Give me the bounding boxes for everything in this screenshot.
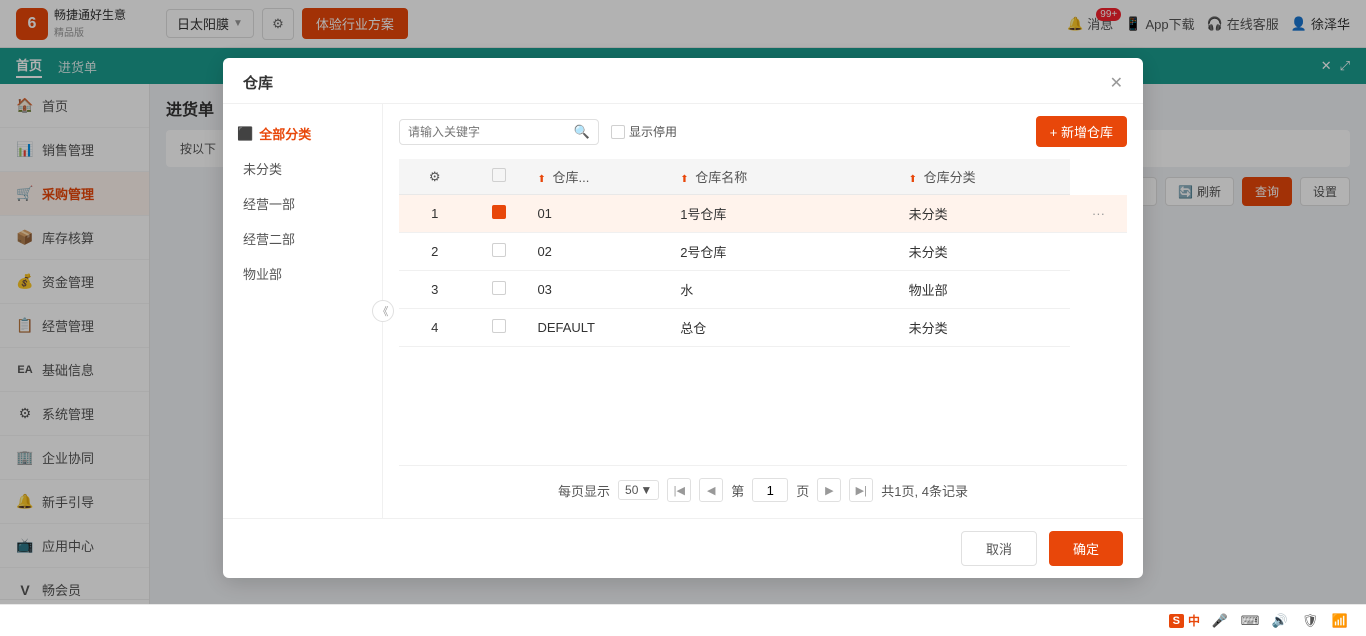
pagination: 每页显示 50 ▼ |◀ ◀ 第 页 ▶ ▶| 共1页, 4条记录 bbox=[399, 465, 1127, 506]
warehouse-table: ⚙ ⬆ 仓库... ⬆ 仓库名称 bbox=[399, 159, 1127, 347]
row-code: 01 bbox=[527, 195, 670, 233]
sort-icon: ⬆ bbox=[537, 174, 545, 185]
row-checkbox[interactable] bbox=[492, 243, 506, 257]
grid-icon: ⬛ bbox=[237, 126, 253, 142]
row-num: 4 bbox=[399, 309, 470, 347]
table-row[interactable]: 4 DEFAULT 总仓 未分类 bbox=[399, 309, 1127, 347]
page-size-label: 每页显示 bbox=[558, 481, 610, 500]
modal-all-categories[interactable]: ⬛ 全部分类 bbox=[223, 116, 382, 151]
row-checkbox[interactable] bbox=[492, 205, 506, 219]
table-body: 1 01 1号仓库 未分类 ··· 2 bbox=[399, 195, 1127, 347]
modal-cat-ops2[interactable]: 经营二部 bbox=[223, 221, 382, 256]
modal-main-panel: 🔍 显示停用 + 新增仓库 ⚙ bbox=[383, 104, 1143, 518]
total-records: 共1页, 4条记录 bbox=[881, 481, 968, 500]
warehouse-modal: 仓库 ✕ ⬛ 全部分类 未分类 经营一部 经营二部 物业部 《 bbox=[223, 58, 1143, 578]
add-warehouse-button[interactable]: + 新增仓库 bbox=[1036, 116, 1127, 147]
modal-category-panel: ⬛ 全部分类 未分类 经营一部 经营二部 物业部 《 bbox=[223, 104, 383, 518]
modal-cat-unclassified[interactable]: 未分类 bbox=[223, 151, 382, 186]
row-check[interactable] bbox=[470, 233, 527, 271]
mic-icon[interactable]: 🎤 bbox=[1210, 611, 1230, 631]
modal-title: 仓库 bbox=[243, 72, 273, 93]
page-label: 页 bbox=[796, 481, 809, 500]
confirm-button[interactable]: 确定 bbox=[1049, 531, 1123, 566]
shield-icon[interactable]: 🛡 bbox=[1300, 611, 1320, 631]
gear-icon: ⚙ bbox=[429, 169, 441, 184]
select-all-checkbox[interactable] bbox=[492, 168, 506, 182]
last-page-button[interactable]: ▶| bbox=[849, 478, 873, 502]
row-num: 2 bbox=[399, 233, 470, 271]
modal-header: 仓库 ✕ bbox=[223, 58, 1143, 104]
row-name: 1号仓库 bbox=[670, 195, 898, 233]
col-header-name: ⬆ 仓库名称 bbox=[670, 159, 898, 195]
row-name: 水 bbox=[670, 271, 898, 309]
search-icon: 🔍 bbox=[574, 124, 590, 140]
row-check[interactable] bbox=[470, 195, 527, 233]
network-icon: 📶 bbox=[1330, 611, 1350, 631]
table-header: ⚙ ⬆ 仓库... ⬆ 仓库名称 bbox=[399, 159, 1127, 195]
row-category: 未分类 bbox=[899, 195, 1070, 233]
row-more[interactable]: ··· bbox=[1070, 195, 1127, 233]
modal-toolbar: 🔍 显示停用 + 新增仓库 bbox=[399, 116, 1127, 147]
row-checkbox[interactable] bbox=[492, 281, 506, 295]
collapse-icon: 《 bbox=[378, 303, 389, 319]
table-row[interactable]: 1 01 1号仓库 未分类 ··· bbox=[399, 195, 1127, 233]
prev-page-button[interactable]: ◀ bbox=[699, 478, 723, 502]
search-input[interactable] bbox=[408, 125, 574, 139]
show-disabled-toggle[interactable]: 显示停用 bbox=[611, 123, 677, 140]
modal-cat-property[interactable]: 物业部 bbox=[223, 256, 382, 291]
next-page-button[interactable]: ▶ bbox=[817, 478, 841, 502]
modal-body: ⬛ 全部分类 未分类 经营一部 经营二部 物业部 《 🔍 bbox=[223, 104, 1143, 518]
page-size-select[interactable]: 50 ▼ bbox=[618, 480, 659, 500]
row-code: DEFAULT bbox=[527, 309, 670, 347]
row-num: 3 bbox=[399, 271, 470, 309]
page-number-prefix: 第 bbox=[731, 481, 744, 500]
row-code: 02 bbox=[527, 233, 670, 271]
row-check[interactable] bbox=[470, 271, 527, 309]
row-checkbox[interactable] bbox=[492, 319, 506, 333]
row-num: 1 bbox=[399, 195, 470, 233]
table-row[interactable]: 3 03 水 物业部 bbox=[399, 271, 1127, 309]
speaker-status-icon[interactable]: 🔊 bbox=[1270, 611, 1290, 631]
row-category: 物业部 bbox=[899, 271, 1070, 309]
sort-icon2: ⬆ bbox=[680, 174, 688, 185]
col-header-gear: ⚙ bbox=[399, 159, 470, 195]
row-category: 未分类 bbox=[899, 309, 1070, 347]
table-row[interactable]: 2 02 2号仓库 未分类 bbox=[399, 233, 1127, 271]
col-header-check bbox=[470, 159, 527, 195]
chinese-label: 中 bbox=[1188, 612, 1200, 629]
row-name: 总仓 bbox=[670, 309, 898, 347]
cancel-button[interactable]: 取消 bbox=[961, 531, 1037, 566]
modal-cat-ops1[interactable]: 经营一部 bbox=[223, 186, 382, 221]
modal-footer: 取消 确定 bbox=[223, 518, 1143, 578]
current-page-input[interactable] bbox=[752, 478, 788, 502]
page-size-arrow: ▼ bbox=[640, 483, 652, 497]
modal-search-area: 🔍 显示停用 bbox=[399, 119, 677, 145]
status-logo: S 中 bbox=[1169, 612, 1200, 629]
status-bar: S 中 🎤 ⌨ 🔊 🛡 📶 bbox=[0, 604, 1366, 636]
col-header-category: ⬆ 仓库分类 bbox=[899, 159, 1070, 195]
brand-icon: S bbox=[1169, 614, 1184, 628]
row-check[interactable] bbox=[470, 309, 527, 347]
first-page-button[interactable]: |◀ bbox=[667, 478, 691, 502]
search-input-wrap[interactable]: 🔍 bbox=[399, 119, 599, 145]
col-header-code: ⬆ 仓库... bbox=[527, 159, 670, 195]
keyboard-icon[interactable]: ⌨ bbox=[1240, 611, 1260, 631]
row-name: 2号仓库 bbox=[670, 233, 898, 271]
row-category: 未分类 bbox=[899, 233, 1070, 271]
row-code: 03 bbox=[527, 271, 670, 309]
sort-icon3: ⬆ bbox=[909, 174, 917, 185]
modal-close-button[interactable]: ✕ bbox=[1110, 73, 1123, 93]
collapse-panel-button[interactable]: 《 bbox=[372, 300, 394, 322]
show-disabled-checkbox[interactable] bbox=[611, 125, 625, 139]
